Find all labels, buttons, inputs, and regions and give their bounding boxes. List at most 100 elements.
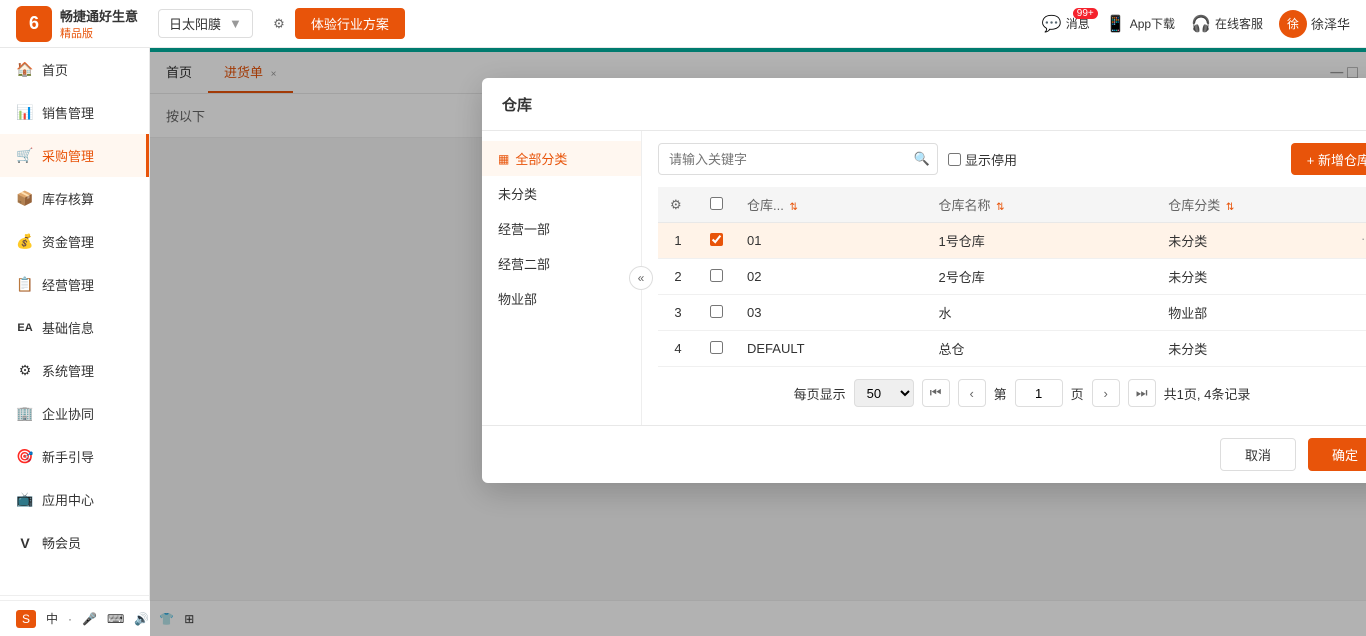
search-wrap: 🔍: [658, 143, 938, 175]
topbar: 6 畅捷通好生意 精品版 日太阳膜 ▼ ⚙ 体验行业方案 💬 消息 99+ 📱 …: [0, 0, 1366, 48]
modal-close-btn[interactable]: ×: [1358, 92, 1366, 116]
row-checkbox[interactable]: [710, 341, 723, 354]
table-body: 1 01 1号仓库 未分类··· 2 02 2号仓库 未分类 3 03 水 物业…: [658, 223, 1366, 367]
chevron-down-icon: ▼: [229, 16, 242, 31]
content-area: 首页 进货单 × ─ □ 按以下 🖨 打印 ▼ ⬆ 导: [150, 48, 1366, 636]
row-checkbox-cell: [698, 223, 735, 259]
phone-icon: 📱: [1106, 14, 1126, 34]
member-icon: V: [16, 534, 34, 552]
search-input[interactable]: [658, 143, 938, 175]
warehouse-table: ⚙ 仓库... ⇅ 仓库名称 ⇅: [658, 187, 1366, 367]
total-info: 共1页, 4条记录: [1164, 384, 1251, 403]
sidebar: 🏠 首页 📊 销售管理 🛒 采购管理 📦 库存核算 💰 资金管理 📋 经营管理 …: [0, 48, 150, 636]
guide-icon: 🎯: [16, 448, 34, 466]
cat-item-operation1[interactable]: 经营一部: [482, 211, 641, 246]
apps-icon: 📺: [16, 491, 34, 509]
row-name: 1号仓库: [926, 223, 1156, 259]
show-disabled-checkbox[interactable]: [948, 153, 961, 166]
row-category: 未分类: [1156, 331, 1366, 367]
main-layout: 🏠 首页 📊 销售管理 🛒 采购管理 📦 库存核算 💰 资金管理 📋 经营管理 …: [0, 48, 1366, 636]
cat-item-property[interactable]: 物业部: [482, 281, 641, 316]
sidebar-item-purchase[interactable]: 🛒 采购管理: [0, 134, 149, 177]
table-toolbar: 🔍 显示停用 + 新增仓库: [658, 143, 1366, 175]
sidebar-item-basic[interactable]: EA 基础信息: [0, 306, 149, 349]
page-input[interactable]: [1015, 379, 1063, 407]
next-page-btn[interactable]: ›: [1092, 379, 1120, 407]
modal-title: 仓库: [502, 94, 532, 115]
row-num: 1: [658, 223, 698, 259]
row-num: 4: [658, 331, 698, 367]
row-num: 2: [658, 259, 698, 295]
confirm-btn[interactable]: 确定: [1308, 438, 1366, 471]
row-code: 01: [735, 223, 926, 259]
row-checkbox[interactable]: [710, 233, 723, 246]
cat-item-uncategorized[interactable]: 未分类: [482, 176, 641, 211]
basic-icon: EA: [16, 319, 34, 337]
row-code: DEFAULT: [735, 331, 926, 367]
sidebar-item-operation[interactable]: 📋 经营管理: [0, 263, 149, 306]
row-name: 水: [926, 295, 1156, 331]
sort-icon2: ⇅: [996, 202, 1004, 213]
last-page-btn[interactable]: ⏭: [1128, 379, 1156, 407]
row-name: 2号仓库: [926, 259, 1156, 295]
add-warehouse-btn[interactable]: + 新增仓库: [1291, 143, 1366, 175]
brand: 畅捷通好生意 精品版: [60, 6, 138, 41]
th-gear: ⚙: [658, 187, 698, 223]
per-page-select[interactable]: 50 10 20 100: [854, 379, 914, 407]
sidebar-item-finance[interactable]: 💰 资金管理: [0, 220, 149, 263]
row-category: 未分类: [1156, 259, 1366, 295]
first-page-btn[interactable]: ⏮: [922, 379, 950, 407]
s-badge: S: [16, 610, 36, 628]
settings-icon[interactable]: ⚙: [263, 8, 295, 40]
show-disabled-checkbox-wrap[interactable]: 显示停用: [948, 150, 1017, 169]
row-checkbox-cell: [698, 259, 735, 295]
sidebar-item-sales[interactable]: 📊 销售管理: [0, 91, 149, 134]
category-sidebar: ▦ 全部分类 未分类 经营一部 经营二部 物业部 «: [482, 131, 642, 425]
table-row[interactable]: 1 01 1号仓库 未分类···: [658, 223, 1366, 259]
message-btn[interactable]: 💬 消息 99+: [1042, 14, 1090, 34]
sidebar-item-guide[interactable]: 🎯 新手引导: [0, 435, 149, 478]
sales-icon: 📊: [16, 104, 34, 122]
user-menu[interactable]: 徐 徐泽华: [1279, 10, 1350, 38]
cat-item-all[interactable]: ▦ 全部分类: [482, 141, 641, 176]
cancel-btn[interactable]: 取消: [1220, 438, 1296, 471]
status-icon2: ⌨: [107, 612, 124, 626]
search-icon: 🔍: [914, 151, 930, 167]
status-dot: ·: [68, 612, 72, 626]
sidebar-item-member[interactable]: V 畅会员: [0, 521, 149, 564]
prev-page-btn[interactable]: ‹: [958, 379, 986, 407]
customer-service-btn[interactable]: 🎧 在线客服: [1191, 14, 1263, 34]
page-unit: 页: [1071, 384, 1084, 403]
sidebar-item-apps[interactable]: 📺 应用中心: [0, 478, 149, 521]
th-category: 仓库分类 ⇅: [1156, 187, 1366, 223]
sidebar-item-enterprise[interactable]: 🏢 企业协同: [0, 392, 149, 435]
table-row[interactable]: 3 03 水 物业部: [658, 295, 1366, 331]
row-checkbox[interactable]: [710, 269, 723, 282]
sidebar-item-system[interactable]: ⚙ 系统管理: [0, 349, 149, 392]
row-category: 未分类···: [1156, 223, 1366, 259]
table-row[interactable]: 4 DEFAULT 总仓 未分类: [658, 331, 1366, 367]
experience-btn[interactable]: 体验行业方案: [295, 8, 405, 39]
cat-item-operation2[interactable]: 经营二部: [482, 246, 641, 281]
status-icon1: 🎤: [82, 612, 97, 626]
operation-icon: 📋: [16, 276, 34, 294]
table-row[interactable]: 2 02 2号仓库 未分类: [658, 259, 1366, 295]
status-text: 中: [46, 610, 58, 627]
select-all-checkbox[interactable]: [710, 197, 723, 210]
page-label: 第: [994, 384, 1007, 403]
row-checkbox[interactable]: [710, 305, 723, 318]
th-code: 仓库... ⇅: [735, 187, 926, 223]
sidebar-item-home[interactable]: 🏠 首页: [0, 48, 149, 91]
row-name: 总仓: [926, 331, 1156, 367]
sidebar-item-inventory[interactable]: 📦 库存核算: [0, 177, 149, 220]
sort-icon3: ⇅: [1226, 202, 1234, 213]
app-download-btn[interactable]: 📱 App下载: [1106, 14, 1175, 34]
message-icon: 💬: [1042, 14, 1062, 34]
row-more-icon[interactable]: ···: [1361, 231, 1366, 246]
system-icon: ⚙: [16, 362, 34, 380]
pagination: 每页显示 50 10 20 100 ⏮ ‹ 第 页 › ⏭: [658, 367, 1366, 413]
warehouse-modal: 仓库 × ▦ 全部分类 未分类 经营一部: [482, 78, 1366, 483]
sort-icon: ⇅: [789, 202, 797, 213]
store-selector[interactable]: 日太阳膜 ▼: [158, 9, 253, 38]
collapse-sidebar-btn[interactable]: «: [629, 266, 653, 290]
